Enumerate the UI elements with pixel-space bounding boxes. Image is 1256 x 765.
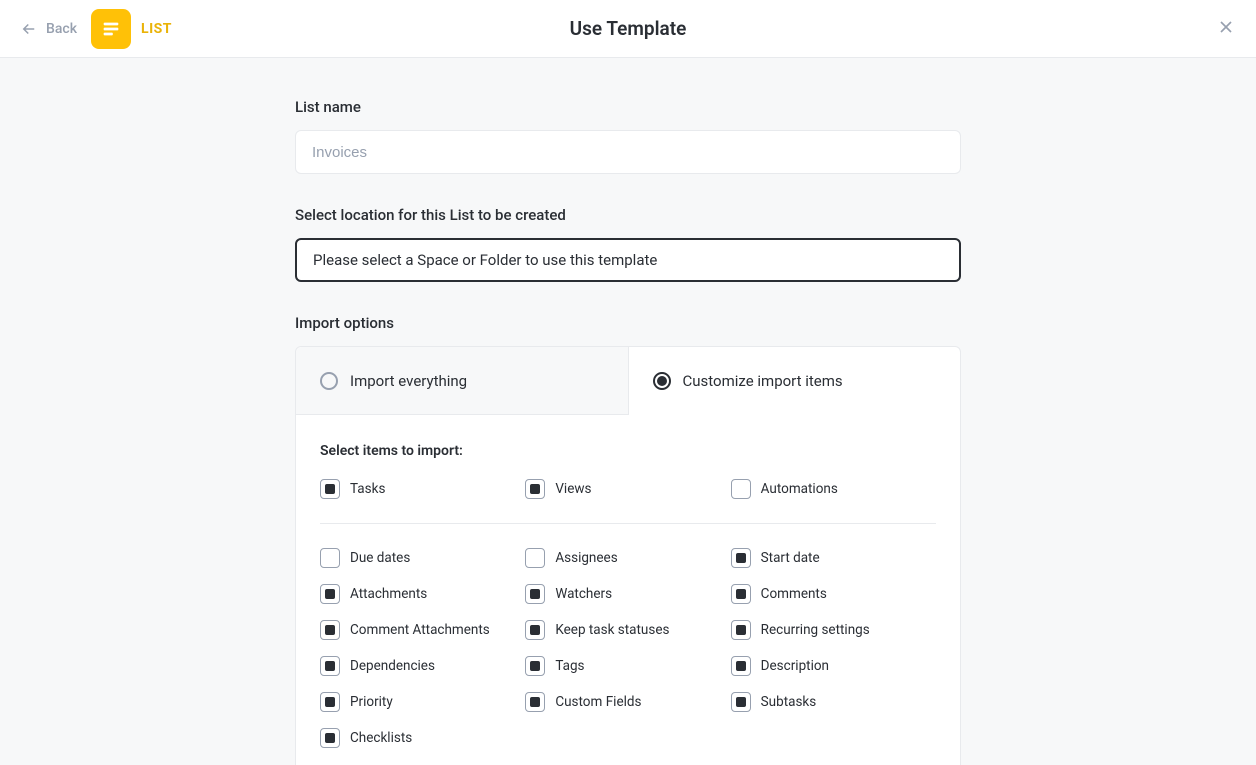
modal-header: Back LIST Use Template bbox=[0, 0, 1256, 58]
checkbox-label: Watchers bbox=[555, 586, 612, 602]
import-body: Select items to import: Tasks Views Automa… bbox=[296, 415, 960, 765]
checkbox-label: Custom Fields bbox=[555, 694, 641, 710]
check-item-due-dates[interactable]: Due dates bbox=[320, 548, 525, 568]
check-item-views[interactable]: Views bbox=[525, 479, 730, 499]
checkbox[interactable] bbox=[320, 479, 340, 499]
checkbox-label: Tasks bbox=[350, 481, 385, 497]
checkbox-label: Keep task statuses bbox=[555, 622, 669, 638]
checkbox[interactable] bbox=[731, 479, 751, 499]
back-button[interactable]: Back bbox=[20, 20, 77, 38]
checkbox[interactable] bbox=[731, 548, 751, 568]
checkbox[interactable] bbox=[731, 692, 751, 712]
checkbox[interactable] bbox=[525, 479, 545, 499]
check-item-subtasks[interactable]: Subtasks bbox=[731, 692, 936, 712]
import-tabs: Import everything Customize import items bbox=[296, 347, 960, 415]
content-area: List name Select location for this List … bbox=[0, 58, 1256, 765]
check-item-priority[interactable]: Priority bbox=[320, 692, 525, 712]
checkbox-label: Description bbox=[761, 658, 829, 674]
checkbox[interactable] bbox=[525, 584, 545, 604]
location-section: Select location for this List to be crea… bbox=[295, 206, 961, 282]
import-everything-label: Import everything bbox=[350, 372, 467, 390]
check-item-keep-task-statuses[interactable]: Keep task statuses bbox=[525, 620, 730, 640]
close-icon bbox=[1216, 17, 1236, 37]
checkbox[interactable] bbox=[320, 584, 340, 604]
checkbox[interactable] bbox=[320, 620, 340, 640]
check-item-tasks[interactable]: Tasks bbox=[320, 479, 525, 499]
checkbox[interactable] bbox=[525, 656, 545, 676]
import-options-section: Import options Import everything Customi… bbox=[295, 314, 961, 765]
checkbox[interactable] bbox=[731, 584, 751, 604]
import-panel: Import everything Customize import items… bbox=[295, 346, 961, 765]
checkbox[interactable] bbox=[525, 620, 545, 640]
list-name-label: List name bbox=[295, 98, 961, 116]
checkbox-label: Views bbox=[555, 481, 591, 497]
check-item-attachments[interactable]: Attachments bbox=[320, 584, 525, 604]
import-options-label: Import options bbox=[295, 314, 961, 332]
checkbox[interactable] bbox=[731, 620, 751, 640]
checkbox-label: Dependencies bbox=[350, 658, 435, 674]
checkbox-label: Comment Attachments bbox=[350, 622, 490, 638]
check-item-dependencies[interactable]: Dependencies bbox=[320, 656, 525, 676]
list-name-input[interactable] bbox=[295, 130, 961, 174]
radio-customize-import[interactable] bbox=[653, 372, 671, 390]
tab-customize-import[interactable]: Customize import items bbox=[629, 347, 961, 415]
radio-import-everything[interactable] bbox=[320, 372, 338, 390]
checkbox[interactable] bbox=[525, 692, 545, 712]
checkbox-label: Assignees bbox=[555, 550, 617, 566]
check-item-comments[interactable]: Comments bbox=[731, 584, 936, 604]
checkbox-label: Checklists bbox=[350, 730, 412, 746]
location-placeholder: Please select a Space or Folder to use t… bbox=[313, 251, 657, 269]
back-label: Back bbox=[46, 21, 77, 37]
close-button[interactable] bbox=[1216, 17, 1236, 41]
check-item-custom-fields[interactable]: Custom Fields bbox=[525, 692, 730, 712]
checkbox-label: Start date bbox=[761, 550, 820, 566]
checkbox-label: Priority bbox=[350, 694, 393, 710]
check-item-tags[interactable]: Tags bbox=[525, 656, 730, 676]
list-badge: LIST bbox=[91, 9, 172, 49]
check-item-start-date[interactable]: Start date bbox=[731, 548, 936, 568]
location-select[interactable]: Please select a Space or Folder to use t… bbox=[295, 238, 961, 282]
checkbox-label: Automations bbox=[761, 481, 838, 497]
checkbox-label: Recurring settings bbox=[761, 622, 870, 638]
checkbox[interactable] bbox=[320, 728, 340, 748]
tab-import-everything[interactable]: Import everything bbox=[296, 347, 629, 415]
check-item-description[interactable]: Description bbox=[731, 656, 936, 676]
check-item-checklists[interactable]: Checklists bbox=[320, 728, 525, 748]
checkbox-label: Attachments bbox=[350, 586, 427, 602]
arrow-left-icon bbox=[20, 20, 38, 38]
check-item-watchers[interactable]: Watchers bbox=[525, 584, 730, 604]
list-icon bbox=[91, 9, 131, 49]
location-label: Select location for this List to be crea… bbox=[295, 206, 961, 224]
check-item-assignees[interactable]: Assignees bbox=[525, 548, 730, 568]
check-item-comment-attachments[interactable]: Comment Attachments bbox=[320, 620, 525, 640]
checkbox[interactable] bbox=[525, 548, 545, 568]
checkbox-label: Due dates bbox=[350, 550, 410, 566]
page-title: Use Template bbox=[570, 17, 687, 40]
customize-import-label: Customize import items bbox=[683, 372, 843, 390]
check-item-automations[interactable]: Automations bbox=[731, 479, 936, 499]
divider bbox=[320, 523, 936, 524]
checkbox[interactable] bbox=[320, 692, 340, 712]
checkbox[interactable] bbox=[731, 656, 751, 676]
checkbox[interactable] bbox=[320, 548, 340, 568]
checkbox-grid: Tasks Views Automations Due dates Assignees S… bbox=[320, 479, 936, 748]
check-item-recurring-settings[interactable]: Recurring settings bbox=[731, 620, 936, 640]
select-items-label: Select items to import: bbox=[320, 443, 936, 459]
checkbox-label: Subtasks bbox=[761, 694, 817, 710]
checkbox[interactable] bbox=[320, 656, 340, 676]
badge-label: LIST bbox=[141, 21, 172, 37]
list-name-section: List name bbox=[295, 98, 961, 174]
checkbox-label: Comments bbox=[761, 586, 827, 602]
checkbox-label: Tags bbox=[555, 658, 584, 674]
